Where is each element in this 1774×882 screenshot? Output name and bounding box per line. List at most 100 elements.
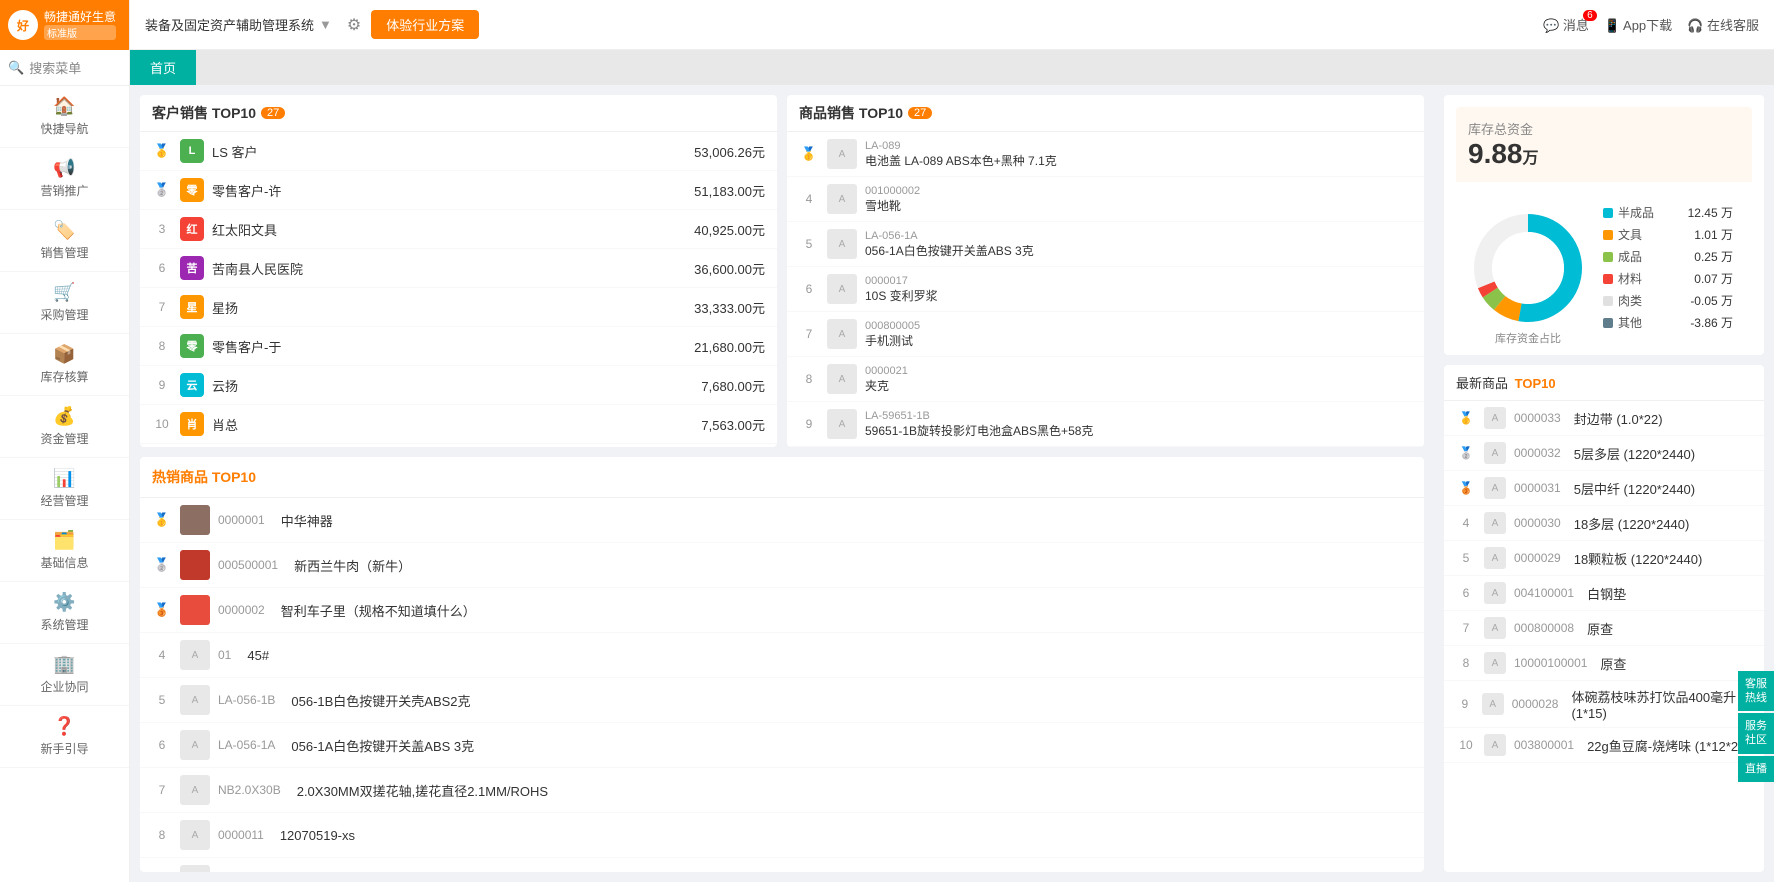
product-icon: A <box>827 319 857 349</box>
product-icon: A <box>1484 617 1506 639</box>
stock-value: 9.88万 <box>1468 138 1740 170</box>
sidebar-item-operations[interactable]: 📊 经营管理 <box>0 458 129 520</box>
product-icon: A <box>180 730 210 760</box>
product-name: 2.0X30MM双搓花轴,搓花直径2.1MM/ROHS <box>297 781 548 800</box>
product-icon: A <box>1484 512 1506 534</box>
table-row: 9 云 云扬 7,680.00元 <box>140 366 777 405</box>
product-sales-header: 商品销售 TOP10 27 <box>787 95 1424 132</box>
trial-button[interactable]: 体验行业方案 <box>371 10 479 39</box>
customer-name: 零售客户-于 <box>212 337 686 356</box>
sidebar-logo: 好 畅捷通好生意 标准版 <box>0 0 129 50</box>
medal-icon: 🥈 <box>152 182 172 198</box>
nav-label: 库存核算 <box>40 368 88 385</box>
sidebar-item-guide[interactable]: ❓ 新手引导 <box>0 706 129 768</box>
table-row: 9 A KK-SD22110H 花语萌恒温分腿睡袋（厚款） <box>140 858 1424 872</box>
table-row: 9 A 0000028 体碗荔枝味苏打饮品400毫升 (1*15) <box>1444 681 1764 728</box>
avatar: 零 <box>180 178 204 202</box>
service-community-btn[interactable]: 服务社区 <box>1738 713 1774 754</box>
product-code: 000800005 <box>865 320 1412 332</box>
customer-name: 肖总 <box>212 415 693 434</box>
product-name: 45# <box>247 648 269 663</box>
product-name: 封边带 (1.0*22) <box>1574 409 1663 428</box>
sidebar-item-quick-nav[interactable]: 🏠 快捷导航 <box>0 86 129 148</box>
rank-number: 9 <box>1456 697 1474 711</box>
rank-number: 4 <box>1456 516 1476 530</box>
table-row: 6 A LA-056-1A 056-1A白色按键开关盖ABS 3克 <box>140 723 1424 768</box>
sidebar-item-marketing[interactable]: 📢 营销推广 <box>0 148 129 210</box>
sales-icon: 🏷️ <box>53 220 75 241</box>
sidebar-item-inventory[interactable]: 📦 库存核算 <box>0 334 129 396</box>
table-row: 🥉 A 0000031 5层中纤 (1220*2440) <box>1444 471 1764 506</box>
settings-icon[interactable]: ⚙ <box>347 15 361 35</box>
hot-products-panel: 热销商品 TOP10 🥇 0000001 中华神器 🥈 000500001 <box>140 457 1424 872</box>
product-name: 056-1A白色按键开关盖ABS 3克 <box>291 736 474 755</box>
table-row: 5 A LA-056-1B 056-1B白色按键开关壳ABS2克 <box>140 678 1424 723</box>
product-code: LA-056-1B <box>218 693 275 707</box>
legend-item: 其他 -3.86 万 <box>1603 314 1733 331</box>
product-code: 0000001 <box>218 513 265 527</box>
table-row: 🥈 零 零售客户-许 51,183.00元 <box>140 171 777 210</box>
sidebar-search[interactable]: 🔍 搜索菜单 <box>0 50 129 86</box>
nav-label: 采购管理 <box>40 306 88 323</box>
product-code: 0000033 <box>1514 411 1561 425</box>
avatar: 零 <box>180 334 204 358</box>
message-badge[interactable]: 💬 消息 6 <box>1543 15 1589 34</box>
nav-label: 基础信息 <box>40 554 88 571</box>
live-btn[interactable]: 直播 <box>1738 756 1774 782</box>
product-code: 0000031 <box>1514 481 1561 495</box>
app-download-btn[interactable]: 📱 App下载 <box>1604 15 1672 34</box>
product-code: 0000030 <box>1514 516 1561 530</box>
tab-home[interactable]: 首页 <box>130 50 196 85</box>
topbar-right: 💬 消息 6 📱 App下载 🎧 在线客服 <box>1543 15 1759 34</box>
legend-item: 成品 0.25 万 <box>1603 248 1733 265</box>
sidebar-item-purchase[interactable]: 🛒 采购管理 <box>0 272 129 334</box>
legend-color-icon <box>1603 208 1613 218</box>
nav-label: 系统管理 <box>40 616 88 633</box>
product-code: 10000100001 <box>1514 656 1587 670</box>
legend-item: 文具 1.01 万 <box>1603 226 1733 243</box>
sidebar-item-sales[interactable]: 🏷️ 销售管理 <box>0 210 129 272</box>
medal-icon: 🥇 <box>152 143 172 159</box>
dropdown-arrow-icon[interactable]: ▼ <box>319 17 332 32</box>
product-code: 0000032 <box>1514 446 1561 460</box>
table-row: 8 A 0000011 12070519-xs <box>140 813 1424 858</box>
table-row: 4 A 001000002 雪地靴 <box>787 177 1424 222</box>
sidebar-item-enterprise[interactable]: 🏢 企业协同 <box>0 644 129 706</box>
product-name: 18多层 (1220*2440) <box>1574 514 1690 533</box>
page-tabs: 首页 <box>130 50 1774 85</box>
customer-hotline-btn[interactable]: 客服热线 <box>1738 671 1774 712</box>
message-count: 6 <box>1583 10 1597 21</box>
table-row: 6 A 004100001 白钢垫 <box>1444 576 1764 611</box>
product-name: 体碗荔枝味苏打饮品400毫升 (1*15) <box>1571 687 1752 721</box>
product-code: LA-089 <box>865 140 1412 152</box>
product-icon: A <box>1482 693 1504 715</box>
product-icon: A <box>1484 442 1506 464</box>
product-code: NB2.0X30B <box>218 783 281 797</box>
customer-top10-header: 客户销售 TOP10 27 <box>140 95 777 132</box>
legend-color-icon <box>1603 318 1613 328</box>
sidebar-item-finance[interactable]: 💰 资金管理 <box>0 396 129 458</box>
table-row: 7 A 000800005 手机测试 <box>787 312 1424 357</box>
sidebar-item-basics[interactable]: 🗂️ 基础信息 <box>0 520 129 582</box>
product-code: 0000002 <box>218 603 265 617</box>
rank-number: 🥇 <box>1456 411 1476 425</box>
rank-number: 7 <box>152 783 172 797</box>
rank-number: 9 <box>152 378 172 392</box>
search-label: 搜索菜单 <box>29 58 81 77</box>
product-code: 0000017 <box>865 275 1412 287</box>
sidebar-item-system[interactable]: ⚙️ 系统管理 <box>0 582 129 644</box>
product-code: 001000002 <box>865 185 1412 197</box>
online-service-btn[interactable]: 🎧 在线客服 <box>1687 15 1759 34</box>
nav-label: 新手引导 <box>40 740 88 757</box>
product-name: 中华神器 <box>281 511 333 530</box>
rank-number: 8 <box>799 372 819 386</box>
table-row: 8 A 0000021 夹克 <box>787 357 1424 402</box>
product-sales-badge: 27 <box>908 107 932 119</box>
rank-number: 6 <box>1456 586 1476 600</box>
product-code: 000500001 <box>218 558 278 572</box>
ops-icon: 📊 <box>53 468 75 489</box>
customer-amount: 21,680.00元 <box>694 337 765 356</box>
guide-icon: ❓ <box>53 716 75 737</box>
medal-icon: 🥇 <box>152 512 172 528</box>
product-icon: A <box>827 364 857 394</box>
